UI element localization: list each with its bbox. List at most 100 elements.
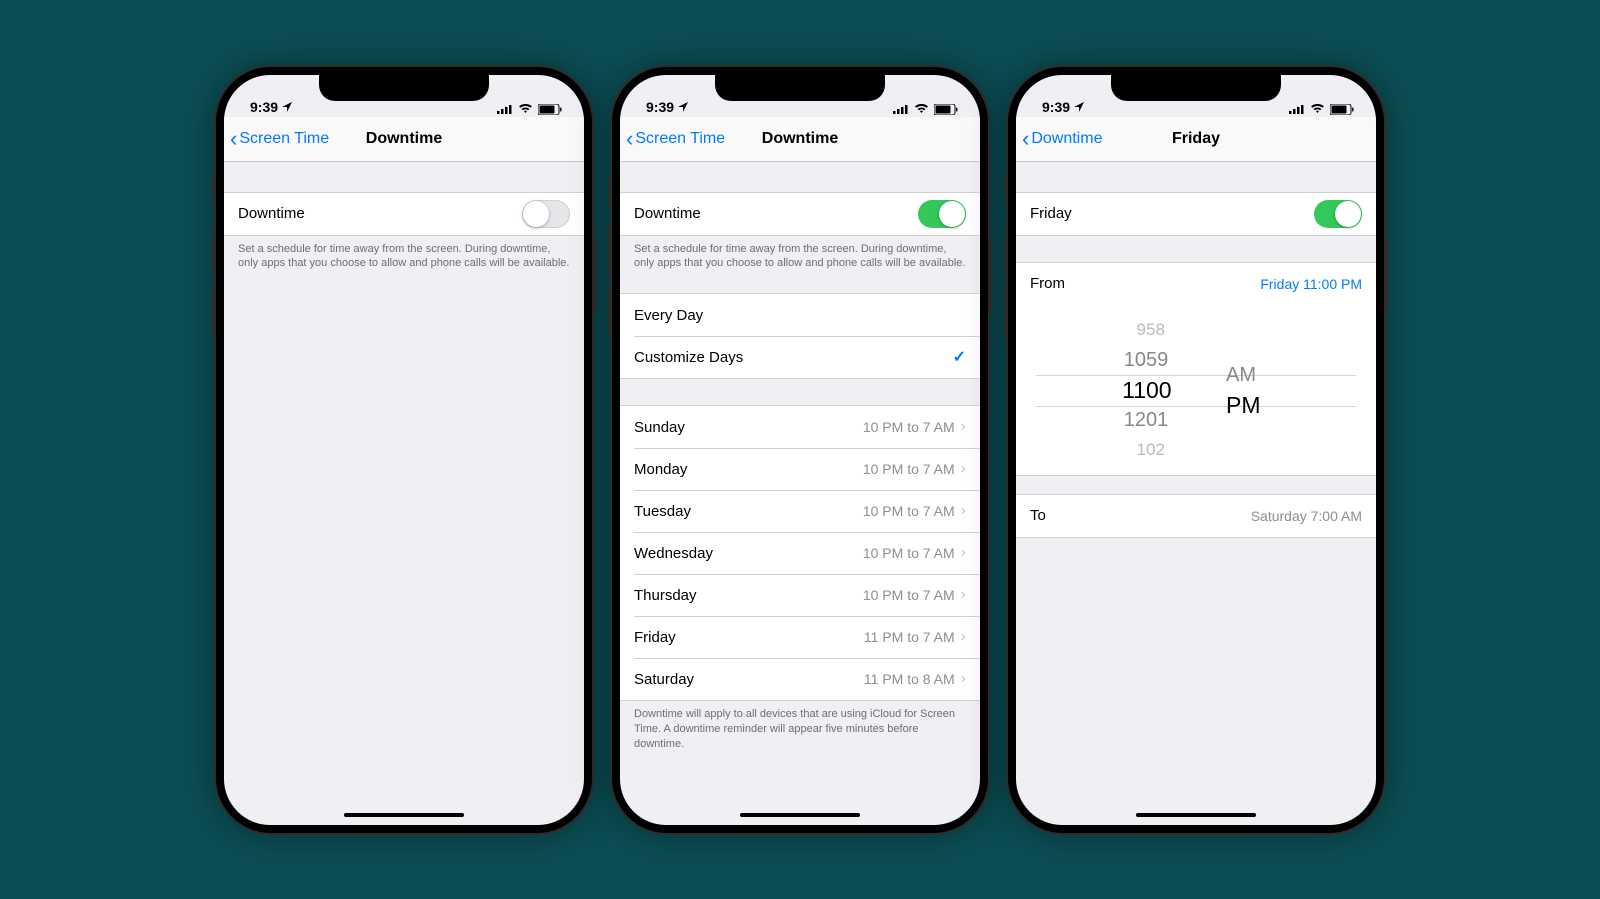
cellular-icon [1289,104,1305,114]
day-range: 10 PM to 7 AM [863,503,955,519]
location-icon [678,102,688,112]
picker-item[interactable]: 10 [1066,345,1146,375]
time-picker-ampm-column[interactable]: AMPM [1226,305,1306,475]
wifi-icon [518,104,533,114]
status-time: 9:39 [250,99,278,115]
phone-frame-2: 9:39 ‹ Screen Time Downtime [612,67,988,833]
back-label: Downtime [1031,130,1102,148]
picker-item[interactable]: 58 [1146,315,1226,345]
time-picker[interactable]: 8910111212 57585900010203 AMPM [1016,305,1376,476]
picker-item[interactable]: 03 [1146,465,1226,476]
day-row-tuesday[interactable]: Tuesday10 PM to 7 AM› [620,490,980,532]
back-button[interactable]: ‹ Screen Time [224,128,329,150]
friday-toggle[interactable] [1314,200,1362,228]
downtime-toggle[interactable] [522,200,570,228]
downtime-toggle[interactable] [918,200,966,228]
picker-item[interactable]: 9 [1066,315,1146,345]
notch [319,75,489,101]
day-row-saturday[interactable]: Saturday11 PM to 8 AM › [620,658,980,700]
chevron-right-icon: › [961,460,966,478]
picker-item[interactable]: 00 [1146,375,1226,405]
battery-icon [538,104,562,115]
home-indicator[interactable] [740,813,860,817]
friday-toggle-row[interactable]: Friday [1016,193,1376,235]
chevron-right-icon: › [961,544,966,562]
day-label: Tuesday [634,503,863,520]
day-range: 11 PM to 8 AM [864,671,955,687]
checkmark-icon: ✓ [953,347,966,367]
back-label: Screen Time [635,130,725,148]
picker-item[interactable]: 59 [1146,345,1226,375]
downtime-toggle-label: Downtime [238,205,522,222]
picker-item[interactable]: 2 [1066,465,1146,476]
day-range: 10 PM to 7 AM [863,419,955,435]
downtime-description: Set a schedule for time away from the sc… [224,236,584,272]
mode-customize-days-label: Customize Days [634,349,953,366]
picker-item[interactable]: 12 [1066,405,1146,435]
picker-item[interactable]: 1 [1066,435,1146,465]
picker-item[interactable]: 02 [1146,435,1226,465]
from-row[interactable]: From Friday 11:00 PM [1016,263,1376,305]
day-row-monday[interactable]: Monday10 PM to 7 AM › [620,448,980,490]
notch [1111,75,1281,101]
home-indicator[interactable] [344,813,464,817]
home-indicator[interactable] [1136,813,1256,817]
days-footer: Downtime will apply to all devices that … [620,701,980,752]
mode-customize-days[interactable]: Customize Days ✓ [620,336,980,378]
chevron-left-icon: ‹ [626,128,633,150]
picker-item[interactable]: 8 [1066,305,1146,315]
wifi-icon [914,104,929,114]
to-value: Saturday 7:00 AM [1251,508,1362,524]
day-label: Thursday [634,587,863,604]
day-row-thursday[interactable]: Thursday10 PM to 7 AM› [620,574,980,616]
back-button[interactable]: ‹ Screen Time [620,128,725,150]
time-picker-minute-column[interactable]: 57585900010203 [1146,305,1226,475]
nav-bar: ‹ Screen Time Downtime [224,117,584,162]
day-label: Friday [634,629,864,646]
picker-item[interactable]: PM [1226,390,1306,420]
picker-item[interactable]: 57 [1146,305,1226,315]
phone-frame-3: 9:39 ‹ Downtime Friday Fri [1008,67,1384,833]
downtime-toggle-row[interactable]: Downtime [620,193,980,235]
picker-item[interactable]: AM [1226,360,1306,390]
downtime-toggle-label: Downtime [634,205,918,222]
cellular-icon [497,104,513,114]
cellular-icon [893,104,909,114]
battery-icon [934,104,958,115]
phone-frame-1: 9:39 [216,67,592,833]
downtime-toggle-row[interactable]: Downtime [224,193,584,235]
day-range: 10 PM to 7 AM [863,587,955,603]
time-picker-hour-column[interactable]: 8910111212 [1066,305,1146,475]
to-label: To [1030,507,1251,524]
back-button[interactable]: ‹ Downtime [1016,128,1102,150]
picker-item[interactable]: 11 [1066,375,1146,405]
chevron-left-icon: ‹ [1022,128,1029,150]
day-range: 11 PM to 7 AM [864,629,955,645]
from-label: From [1030,275,1260,292]
to-row[interactable]: To Saturday 7:00 AM [1016,495,1376,537]
location-icon [282,102,292,112]
day-range: 10 PM to 7 AM [863,461,955,477]
friday-toggle-label: Friday [1030,205,1314,222]
day-label: Wednesday [634,545,863,562]
nav-bar: ‹ Screen Time Downtime [620,117,980,162]
chevron-right-icon: › [961,628,966,646]
location-icon [1074,102,1084,112]
day-label: Sunday [634,419,863,436]
day-row-sunday[interactable]: Sunday10 PM to 7 AM › [620,406,980,448]
nav-bar: ‹ Downtime Friday [1016,117,1376,162]
back-label: Screen Time [239,130,329,148]
chevron-left-icon: ‹ [230,128,237,150]
wifi-icon [1310,104,1325,114]
day-range: 10 PM to 7 AM [863,545,955,561]
battery-icon [1330,104,1354,115]
day-label: Saturday [634,671,864,688]
from-value: Friday 11:00 PM [1260,276,1362,292]
chevron-right-icon: › [961,418,966,436]
mode-every-day[interactable]: Every Day [620,294,980,336]
day-row-wednesday[interactable]: Wednesday10 PM to 7 AM › [620,532,980,574]
day-row-friday[interactable]: Friday11 PM to 7 AM › [620,616,980,658]
chevron-right-icon: › [961,670,966,688]
day-label: Monday [634,461,863,478]
picker-item[interactable]: 01 [1146,405,1226,435]
